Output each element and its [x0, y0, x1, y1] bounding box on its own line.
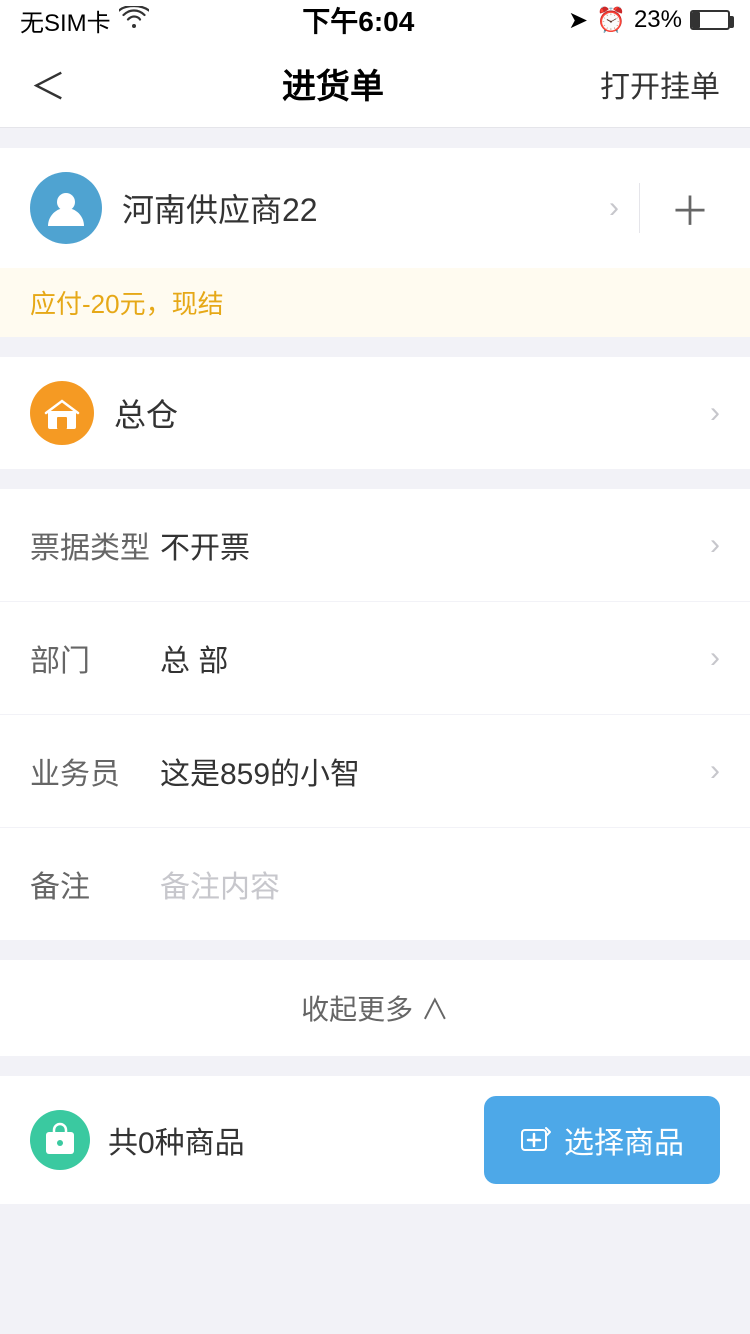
vertical-divider [639, 183, 640, 233]
status-right: ➤ ⏰ 23% [568, 6, 730, 35]
warehouse-name: 总仓 [114, 390, 710, 436]
sales-row[interactable]: 业务员 这是859的小智 › [0, 715, 750, 828]
invoice-row[interactable]: 票据类型 不开票 › [0, 489, 750, 602]
person-icon [44, 186, 88, 230]
invoice-value: 不开票 [160, 523, 710, 567]
product-count-wrap: 共0种商品 [30, 1110, 245, 1170]
invoice-chevron-icon: › [710, 528, 720, 562]
back-button[interactable]: ＜ [30, 58, 66, 110]
nav-bar: ＜ 进货单 打开挂单 [0, 40, 750, 128]
remark-label: 备注 [30, 862, 160, 906]
select-product-icon [520, 1126, 552, 1154]
supplier-row[interactable]: 河南供应商22 › ＋ [0, 148, 750, 268]
section-gap-1 [0, 128, 750, 148]
page-title: 进货单 [282, 59, 384, 108]
status-left: 无SIM卡 [20, 3, 149, 38]
wifi-icon [119, 6, 149, 35]
dept-row[interactable]: 部门 总 部 › [0, 602, 750, 715]
dept-chevron-icon: › [710, 641, 720, 675]
carrier-text: 无SIM卡 [20, 3, 111, 38]
sales-label: 业务员 [30, 749, 160, 793]
remark-row[interactable]: 备注 备注内容 [0, 828, 750, 940]
warehouse-row[interactable]: 总仓 › [0, 357, 750, 469]
dept-label: 部门 [30, 636, 160, 680]
status-bar: 无SIM卡 下午6:04 ➤ ⏰ 23% [0, 0, 750, 40]
battery-icon [690, 10, 730, 30]
remark-input[interactable]: 备注内容 [160, 862, 720, 906]
alarm-icon: ⏰ [596, 6, 626, 35]
add-button[interactable]: ＋ [660, 179, 720, 237]
bottom-bar: 共0种商品 选择商品 [0, 1076, 750, 1204]
sales-value: 这是859的小智 [160, 749, 710, 793]
supplier-name: 河南供应商22 [122, 185, 609, 231]
dept-value: 总 部 [160, 636, 710, 680]
select-product-button[interactable]: 选择商品 [484, 1096, 720, 1184]
location-icon: ➤ [568, 6, 588, 35]
avatar [30, 172, 102, 244]
alert-row: 应付-20元，现结 [0, 268, 750, 337]
supplier-section: 河南供应商22 › ＋ 应付-20元，现结 [0, 148, 750, 337]
status-time: 下午6:04 [302, 0, 414, 40]
product-icon-wrap [30, 1110, 90, 1170]
collapse-label: 收起更多 ∧ [301, 994, 449, 1025]
warehouse-chevron-icon: › [710, 396, 720, 430]
product-icon [42, 1122, 78, 1158]
select-product-label: 选择商品 [564, 1118, 684, 1162]
form-section: 票据类型 不开票 › 部门 总 部 › 业务员 这是859的小智 › 备注 备注… [0, 489, 750, 940]
battery-percent: 23% [634, 6, 682, 34]
invoice-label: 票据类型 [30, 523, 160, 567]
alert-text: 应付-20元，现结 [30, 289, 224, 319]
sales-chevron-icon: › [710, 754, 720, 788]
warehouse-section: 总仓 › [0, 357, 750, 469]
collapse-button[interactable]: 收起更多 ∧ [0, 960, 750, 1056]
warehouse-icon-wrap [30, 381, 94, 445]
product-count-text: 共0种商品 [108, 1118, 245, 1162]
open-pending-button[interactable]: 打开挂单 [600, 62, 720, 106]
chevron-right-icon: › [609, 191, 619, 225]
warehouse-icon [44, 395, 80, 431]
